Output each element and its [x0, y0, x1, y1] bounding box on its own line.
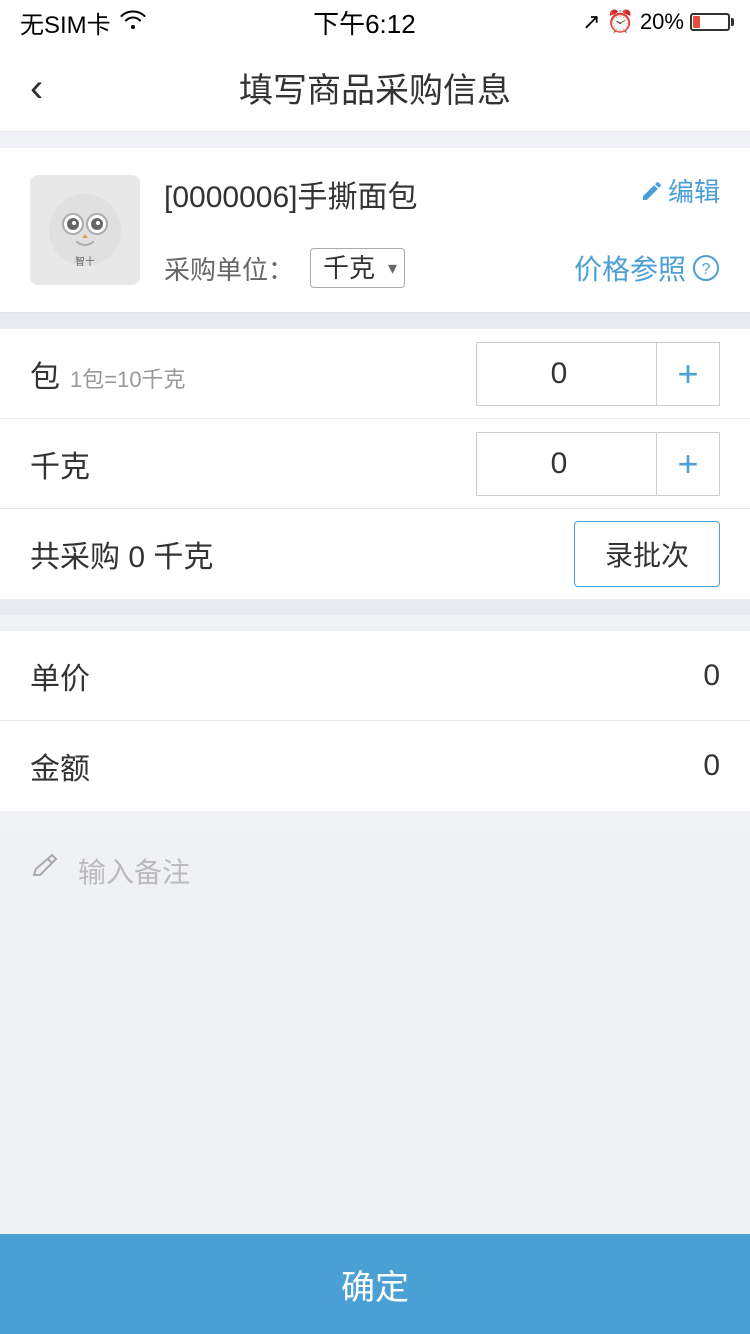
batch-record-button[interactable]: 录批次 — [574, 521, 720, 587]
product-info: [0000006]手撕面包 编辑 采购单位： 千克 包 ▾ 价格参照 — [164, 172, 720, 288]
unit-price-row: 单价 0 — [0, 631, 750, 721]
kg-quantity-input[interactable] — [476, 432, 656, 496]
product-card: 智十 [0000006]手撕面包 编辑 采购单位： 千克 包 ▾ — [0, 148, 750, 313]
confirm-button[interactable]: 确定 — [0, 1234, 750, 1334]
svg-text:智十: 智十 — [75, 255, 95, 268]
price-section: 单价 0 金额 0 — [0, 631, 750, 811]
amount-value: 0 — [703, 749, 720, 783]
alarm-icon: ⏰ — [607, 9, 634, 35]
bottom-spacer — [0, 927, 750, 1267]
unit-select[interactable]: 千克 包 — [310, 248, 405, 288]
notes-placeholder: 输入备注 — [78, 851, 190, 891]
section-divider-2 — [0, 599, 750, 615]
bag-quantity-input[interactable] — [476, 342, 656, 406]
product-meta: 采购单位： 千克 包 ▾ 价格参照 ? — [164, 248, 720, 288]
bag-input-row: 包 1包=10千克 + — [0, 329, 750, 419]
bag-label: 包 1包=10千克 — [30, 352, 186, 396]
kg-input-right: + — [476, 432, 720, 496]
wifi-icon — [119, 8, 147, 36]
pencil-icon — [30, 851, 62, 891]
bag-sublabel: 1包=10千克 — [70, 362, 186, 394]
unit-select-wrapper[interactable]: 千克 包 ▾ — [310, 248, 405, 288]
battery-icon — [690, 13, 730, 31]
kg-plus-button[interactable]: + — [656, 432, 720, 496]
amount-row: 金额 0 — [0, 721, 750, 811]
edit-link[interactable]: 编辑 — [640, 172, 720, 209]
bag-plus-button[interactable]: + — [656, 342, 720, 406]
unit-price-label: 单价 — [30, 654, 90, 698]
product-image: 智十 — [30, 175, 140, 285]
section-divider-1 — [0, 313, 750, 329]
battery-percent: 20% — [640, 9, 684, 35]
bag-input-right: + — [476, 342, 720, 406]
notes-section[interactable]: 输入备注 — [0, 827, 750, 927]
kg-label: 千克 — [30, 442, 90, 486]
product-name: [0000006]手撕面包 — [164, 172, 417, 216]
back-button[interactable]: ‹ — [30, 68, 43, 108]
summary-row: 共采购 0 千克 录批次 — [0, 509, 750, 599]
input-section: 包 1包=10千克 + 千克 + 共采购 0 千克 录批次 — [0, 329, 750, 599]
location-icon: ↗ — [582, 9, 600, 35]
status-time: 下午6:12 — [313, 4, 416, 41]
status-bar: 无SIM卡 下午6:12 ↗ ⏰ 20% — [0, 0, 750, 44]
kg-input-row: 千克 + — [0, 419, 750, 509]
summary-text: 共采购 0 千克 — [30, 532, 213, 576]
price-ref-button[interactable]: 价格参照 ? — [574, 248, 720, 288]
nav-bar: ‹ 填写商品采购信息 — [0, 44, 750, 132]
status-left: 无SIM卡 — [20, 5, 147, 40]
status-right: ↗ ⏰ 20% — [582, 9, 730, 35]
carrier-text: 无SIM卡 — [20, 5, 111, 40]
page-title: 填写商品采购信息 — [239, 63, 511, 112]
unit-price-value: 0 — [703, 659, 720, 693]
amount-label: 金额 — [30, 744, 90, 788]
svg-text:?: ? — [702, 261, 711, 278]
unit-label: 采购单位： — [164, 250, 294, 287]
